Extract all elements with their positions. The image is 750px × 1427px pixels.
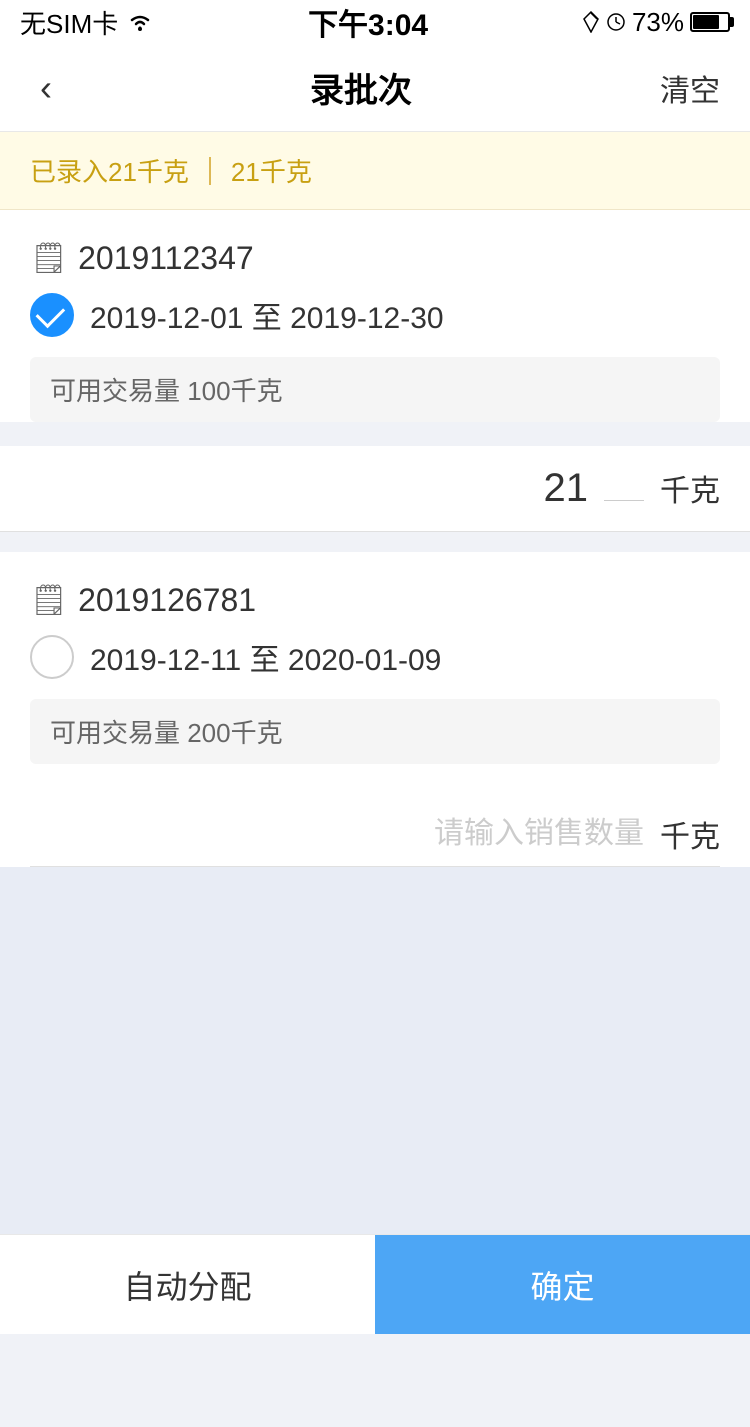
status-bar: 无SIM卡 下午3:04 73% <box>0 0 750 44</box>
batch2-icon: 🗒 <box>30 583 68 618</box>
batch1-available: 可用交易量 100千克 <box>30 357 720 422</box>
info-banner: 已录入21千克 21千克 <box>0 132 750 210</box>
batch2-radio[interactable] <box>30 635 74 679</box>
batch1-amount-value: 21 <box>544 466 589 511</box>
battery-icon <box>690 12 730 32</box>
batch1-date: 2019-12-01 至 2019-12-30 <box>90 293 444 337</box>
confirm-button[interactable]: 确定 <box>375 1235 750 1334</box>
page-title: 录批次 <box>310 63 412 112</box>
batch2-unit: 千克 <box>660 812 720 856</box>
bottom-spacer <box>0 1327 750 1427</box>
batch2-date-row[interactable]: 2019-12-11 至 2020-01-09 <box>30 635 720 679</box>
location-icon <box>582 11 600 33</box>
carrier-text: 无SIM卡 <box>20 4 118 41</box>
batch2-header: 🗒 2019126781 <box>30 582 720 619</box>
bottom-bar: 自动分配 确定 <box>0 1234 750 1334</box>
clear-button[interactable]: 清空 <box>660 66 720 110</box>
battery-percent: 73% <box>632 7 684 38</box>
status-right: 73% <box>582 7 730 38</box>
batch1-header: 🗒 2019112347 <box>30 240 720 277</box>
batch1-amount-row: 21 千克 <box>0 446 750 532</box>
batch2-id: 2019126781 <box>78 582 256 619</box>
batch2-quantity-input[interactable] <box>30 817 644 851</box>
batch1-date-row[interactable]: 2019-12-01 至 2019-12-30 <box>30 293 720 337</box>
total-amount: 21千克 <box>231 152 312 189</box>
wifi-icon <box>126 12 154 32</box>
clock-icon <box>606 12 626 32</box>
nav-bar: ‹ 录批次 清空 <box>0 44 750 132</box>
batch1-unit: 千克 <box>660 466 720 510</box>
info-divider <box>209 157 211 185</box>
auto-distribute-button[interactable]: 自动分配 <box>0 1235 375 1334</box>
recorded-amount: 已录入21千克 <box>30 152 189 189</box>
back-button[interactable]: ‹ <box>30 57 62 119</box>
batch-card-2: 🗒 2019126781 2019-12-11 至 2020-01-09 可用交… <box>0 552 750 867</box>
batch2-available: 可用交易量 200千克 <box>30 699 720 764</box>
batch-card-1: 🗒 2019112347 2019-12-01 至 2019-12-30 可用交… <box>0 210 750 422</box>
batch1-icon: 🗒 <box>30 241 68 276</box>
section-divider <box>0 532 750 552</box>
batch2-card-inner: 🗒 2019126781 2019-12-11 至 2020-01-09 可用交… <box>0 552 750 764</box>
status-time: 下午3:04 <box>308 0 428 44</box>
status-left: 无SIM卡 <box>20 4 154 41</box>
batch1-radio[interactable] <box>30 293 74 337</box>
batch2-date: 2019-12-11 至 2020-01-09 <box>90 635 441 679</box>
batch1-id: 2019112347 <box>78 240 254 277</box>
batch2-input-section: 千克 <box>0 788 750 867</box>
batch2-input-wrapper: 千克 <box>30 788 720 867</box>
